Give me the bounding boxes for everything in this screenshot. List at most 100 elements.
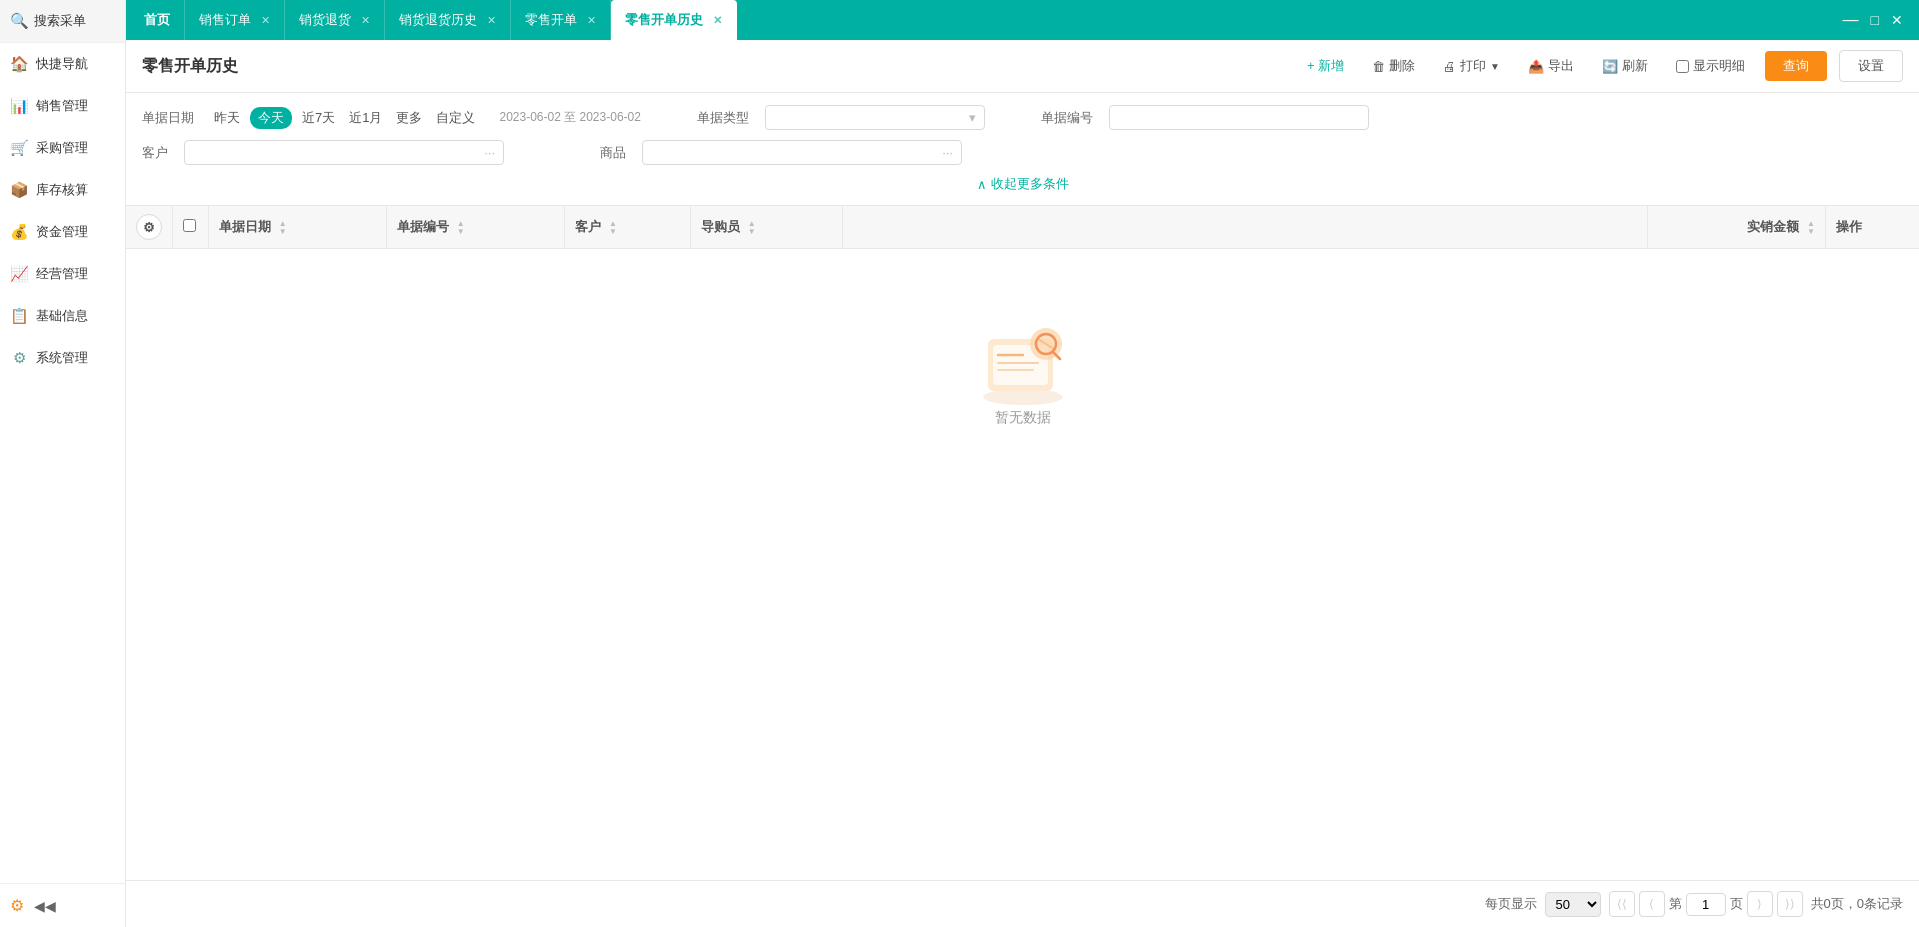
table-wrap: ⚙ 单据日期 ▲▼ 单据编号 ▲▼	[126, 206, 1919, 880]
operations-icon: 📈	[10, 265, 28, 283]
last-page-btn[interactable]: ⟩⟩	[1777, 891, 1803, 917]
refresh-button[interactable]: 🔄 刷新	[1594, 53, 1656, 79]
table-gear-icon[interactable]: ⚙	[136, 214, 162, 240]
date-1month-btn[interactable]: 近1月	[345, 107, 386, 129]
tab-sales-return[interactable]: 销货退货 ✕	[285, 0, 385, 40]
next-page-btn[interactable]: ⟩	[1747, 891, 1773, 917]
sidebar-search[interactable]: 🔍 搜索采单	[0, 0, 125, 43]
col-customer-sort-icon: ▲▼	[609, 220, 617, 236]
add-button[interactable]: + 新增	[1299, 53, 1352, 79]
table-col-spacer	[843, 206, 1648, 249]
select-all-checkbox[interactable]	[183, 219, 196, 232]
date-label: 单据日期	[142, 109, 194, 127]
collapse-sidebar-icon[interactable]: ◀◀	[34, 898, 56, 914]
col-amount-sort-icon: ▲▼	[1807, 220, 1815, 236]
col-action-label: 操作	[1836, 219, 1862, 234]
page-nav: ⟨⟨ ⟨ 第 1 页 ⟩ ⟩⟩	[1609, 891, 1803, 917]
inventory-icon: 📦	[10, 181, 28, 199]
settings-bottom-icon[interactable]: ⚙	[10, 896, 24, 915]
sidebar-bottom: ⚙ ◀◀	[0, 883, 125, 927]
tab-retail-open[interactable]: 零售开单 ✕	[511, 0, 611, 40]
col-date-label: 单据日期	[219, 219, 271, 234]
export-button[interactable]: 📤 导出	[1520, 53, 1582, 79]
toolbar: 零售开单历史 + 新增 🗑 删除 🖨 打印 ▼ 📤 导出	[126, 40, 1919, 93]
sidebar-item-sales-mgmt[interactable]: 📊 销售管理	[0, 85, 125, 127]
per-page-select[interactable]: 50 10 20 100	[1545, 892, 1601, 917]
search-icon: 🔍	[10, 12, 28, 30]
empty-state: 暂无数据	[126, 249, 1919, 487]
table-body: 暂无数据	[126, 249, 1919, 488]
product-select[interactable]: ···	[642, 140, 962, 165]
collapse-more-btn[interactable]: ∧ 收起更多条件	[977, 175, 1069, 193]
tab-retail-open-close[interactable]: ✕	[587, 14, 596, 27]
filter-row-1: 单据日期 昨天 今天 近7天 近1月 更多 自定义 2023-06-02 至 2…	[142, 105, 1903, 130]
display-label: 显示明细	[1693, 57, 1745, 75]
collapse-row: ∧ 收起更多条件	[142, 175, 1903, 193]
date-more-btn[interactable]: 更多	[392, 107, 426, 129]
date-7days-btn[interactable]: 近7天	[298, 107, 339, 129]
table-header-row: ⚙ 单据日期 ▲▼ 单据编号 ▲▼	[126, 206, 1919, 249]
refresh-icon: 🔄	[1602, 59, 1618, 74]
table-col-guide[interactable]: 导购员 ▲▼	[691, 206, 843, 249]
doc-no-label: 单据编号	[1041, 109, 1093, 127]
page-label: 页	[1730, 895, 1743, 913]
tab-home[interactable]: 首页	[130, 0, 185, 40]
tab-sales-return-history-label: 销货退货历史	[399, 11, 477, 29]
date-yesterday-btn[interactable]: 昨天	[210, 107, 244, 129]
minimize-icon[interactable]: —	[1843, 11, 1859, 29]
sidebar-item-label: 采购管理	[36, 139, 88, 157]
settings-button[interactable]: 设置	[1839, 50, 1903, 82]
print-chevron-icon: ▼	[1490, 61, 1500, 72]
sidebar-item-quick-nav[interactable]: 🏠 快捷导航	[0, 43, 125, 85]
tab-sales-order-close[interactable]: ✕	[261, 14, 270, 27]
doc-no-input[interactable]	[1109, 105, 1369, 130]
print-icon: 🖨	[1443, 59, 1456, 74]
sidebar-item-system-mgmt[interactable]: ⚙ 系统管理	[0, 337, 125, 379]
table-col-date[interactable]: 单据日期 ▲▼	[209, 206, 387, 249]
table-head: ⚙ 单据日期 ▲▼ 单据编号 ▲▼	[126, 206, 1919, 249]
tab-sales-return-label: 销货退货	[299, 11, 351, 29]
close-window-icon[interactable]: ✕	[1891, 12, 1903, 28]
display-detail-button[interactable]: 显示明细	[1668, 53, 1753, 79]
tab-sales-return-history-close[interactable]: ✕	[487, 14, 496, 27]
empty-text: 暂无数据	[995, 409, 1051, 427]
tab-sales-order[interactable]: 销售订单 ✕	[185, 0, 285, 40]
first-page-btn[interactable]: ⟨⟨	[1609, 891, 1635, 917]
quick-nav-icon: 🏠	[10, 55, 28, 73]
doc-type-select[interactable]: ▾	[765, 105, 985, 130]
tab-retail-open-history-close[interactable]: ✕	[713, 14, 722, 27]
sidebar-item-label: 销售管理	[36, 97, 88, 115]
customer-select[interactable]: ···	[184, 140, 504, 165]
maximize-icon[interactable]: □	[1871, 12, 1879, 28]
table-col-no[interactable]: 单据编号 ▲▼	[387, 206, 565, 249]
sidebar-item-inventory[interactable]: 📦 库存核算	[0, 169, 125, 211]
table-col-amount[interactable]: 实销金额 ▲▼	[1647, 206, 1825, 249]
date-today-btn[interactable]: 今天	[250, 107, 292, 129]
delete-button[interactable]: 🗑 删除	[1364, 53, 1423, 79]
sidebar-item-purchase-mgmt[interactable]: 🛒 采购管理	[0, 127, 125, 169]
tab-sales-return-close[interactable]: ✕	[361, 14, 370, 27]
filter-row-2: 客户 ··· 商品 ···	[142, 140, 1903, 165]
table-col-customer[interactable]: 客户 ▲▼	[565, 206, 691, 249]
current-page-input[interactable]: 1	[1686, 893, 1726, 916]
sidebar-item-operations[interactable]: 📈 经营管理	[0, 253, 125, 295]
del-label: 删除	[1389, 57, 1415, 75]
date-custom-btn[interactable]: 自定义	[432, 107, 479, 129]
tab-sales-return-history[interactable]: 销货退货历史 ✕	[385, 0, 511, 40]
sidebar-item-base-info[interactable]: 📋 基础信息	[0, 295, 125, 337]
tab-retail-open-history[interactable]: 零售开单历史 ✕	[611, 0, 737, 40]
sales-icon: 📊	[10, 97, 28, 115]
add-label: + 新增	[1307, 57, 1344, 75]
display-detail-checkbox[interactable]	[1676, 60, 1689, 73]
date-range-display: 2023-06-02 至 2023-06-02	[499, 109, 640, 126]
prev-page-btn[interactable]: ⟨	[1639, 891, 1665, 917]
query-button[interactable]: 查询	[1765, 51, 1827, 81]
export-icon: 📤	[1528, 59, 1544, 74]
print-button[interactable]: 🖨 打印 ▼	[1435, 53, 1508, 79]
data-table: ⚙ 单据日期 ▲▼ 单据编号 ▲▼	[126, 206, 1919, 487]
date-shortcuts: 昨天 今天 近7天 近1月 更多 自定义	[210, 107, 479, 129]
sidebar-item-label: 系统管理	[36, 349, 88, 367]
system-icon: ⚙	[10, 349, 28, 367]
tab-sales-order-label: 销售订单	[199, 11, 251, 29]
sidebar-item-finance[interactable]: 💰 资金管理	[0, 211, 125, 253]
